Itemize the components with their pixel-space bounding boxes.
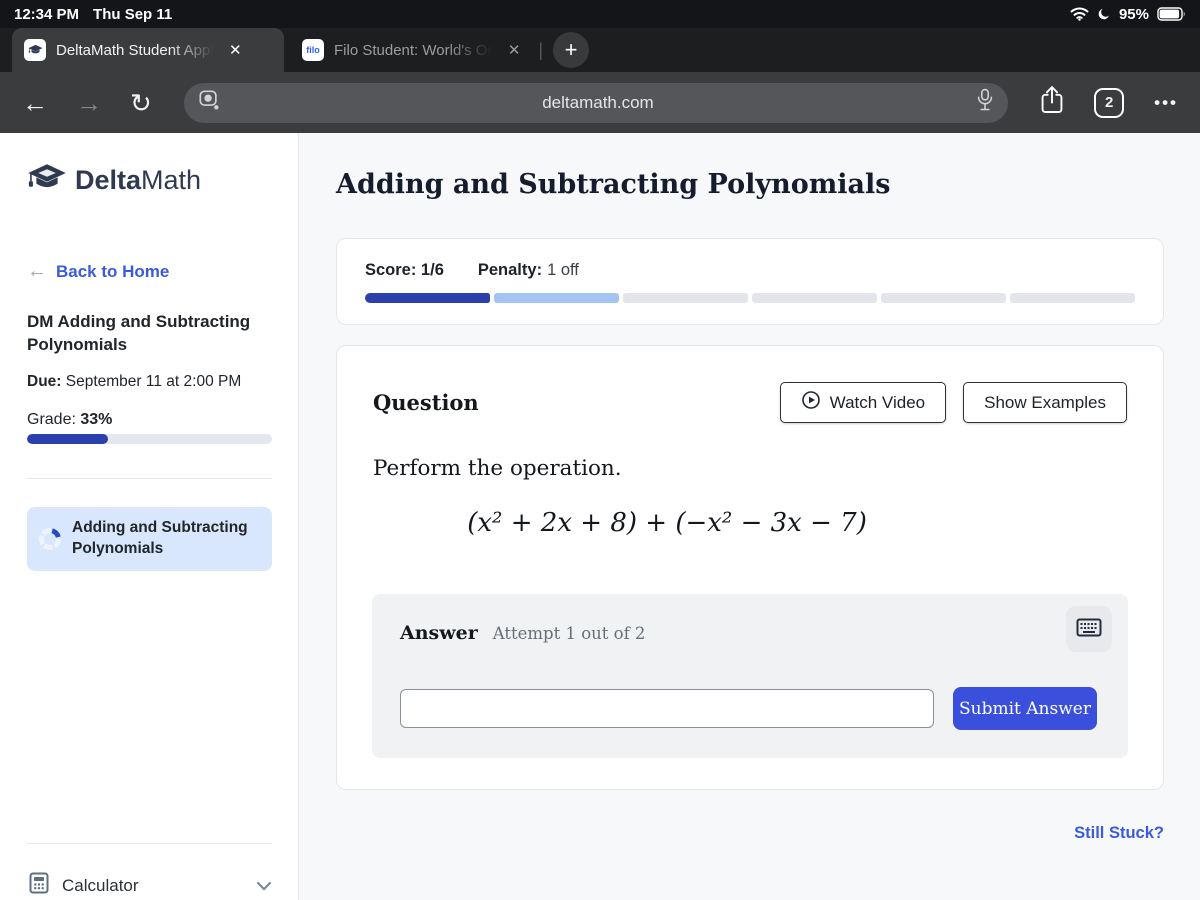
deltamath-favicon-icon [24, 39, 46, 61]
url-bar[interactable]: deltamath.com [183, 82, 1009, 123]
sidebar-divider [27, 478, 272, 479]
forward-button[interactable]: → [76, 90, 102, 116]
math-expression: (x² + 2x + 8) + (−x² − 3x − 7) [467, 508, 867, 538]
watch-video-label: Watch Video [829, 392, 926, 412]
attempt-counter: Attempt 1 out of 2 [492, 624, 646, 643]
calculator-label: Calculator [62, 875, 139, 895]
tab-title: Filo Student: World's On [334, 41, 496, 59]
answer-label: Answer [400, 622, 478, 644]
score-segment-empty [881, 293, 1006, 303]
close-tab-icon[interactable]: ✕ [506, 41, 523, 59]
app-body: DeltaMath ← Back to Home DM Adding and S… [0, 133, 1200, 900]
microphone-icon[interactable] [976, 88, 994, 118]
tab-deltamath[interactable]: DeltaMath Student Appli ✕ [12, 28, 284, 72]
question-prompt: Perform the operation. [373, 456, 622, 481]
tab-title: DeltaMath Student Appli [56, 41, 217, 59]
tab-bar: DeltaMath Student Appli ✕ filo Filo Stud… [0, 28, 1200, 72]
grade-progress-fill [27, 434, 108, 444]
score-card: Score: 1/6 Penalty: 1 off [336, 238, 1164, 325]
back-arrow-icon: ← [27, 260, 47, 282]
grade-label: Grade: 33% [27, 411, 113, 428]
math-keyboard-button[interactable] [1066, 606, 1112, 652]
page-title: Adding and Subtracting Polynomials [336, 169, 891, 200]
graduation-cap-icon [27, 163, 67, 198]
new-tab-button[interactable]: + [553, 32, 590, 68]
score-segment-partial [494, 293, 619, 303]
progress-donut-icon [39, 528, 61, 550]
lens-camera-icon[interactable] [198, 89, 220, 116]
sidebar: DeltaMath ← Back to Home DM Adding and S… [0, 133, 299, 900]
score-segments [365, 293, 1135, 303]
question-heading: Question [373, 390, 479, 415]
due-date: Due: September 11 at 2:00 PM [27, 373, 242, 390]
play-circle-icon [801, 390, 821, 415]
show-examples-label: Show Examples [984, 392, 1106, 412]
penalty-text: Penalty: 1 off [477, 261, 579, 279]
tabs-button[interactable]: 2 [1094, 87, 1125, 118]
battery-icon [1157, 7, 1186, 21]
wifi-icon [1070, 7, 1089, 21]
submit-answer-button[interactable]: Submit Answer [953, 687, 1097, 730]
sidebar-item-label: Adding and Subtracting Polynomials [72, 519, 248, 557]
more-menu-icon[interactable]: ••• [1154, 93, 1178, 113]
tab-filo[interactable]: filo Filo Student: World's On ✕ [290, 28, 534, 72]
show-examples-button[interactable]: Show Examples [963, 382, 1127, 423]
chevron-down-icon [256, 876, 272, 896]
browser-toolbar: ← → ↻ deltamath.com 2 ••• [0, 72, 1200, 133]
still-stuck-link[interactable]: Still Stuck? [1074, 824, 1164, 843]
score-segment-empty [1010, 293, 1135, 303]
battery-percent: 95% [1118, 5, 1149, 23]
url-text: deltamath.com [542, 92, 654, 112]
keyboard-icon [1076, 618, 1102, 640]
filo-favicon-icon: filo [302, 39, 324, 61]
close-tab-icon[interactable]: ✕ [227, 41, 244, 59]
assignment-title: DM Adding and Subtracting Polynomials [27, 312, 251, 354]
back-button[interactable]: ← [22, 90, 48, 116]
answer-input[interactable] [400, 689, 934, 728]
back-to-home-label: Back to Home [56, 261, 170, 281]
calculator-toggle[interactable]: Calculator [27, 871, 272, 900]
screen: 12:34 PM Thu Sep 11 95% DeltaMath Studen… [0, 0, 1200, 900]
tab-separator: | [538, 39, 544, 60]
sidebar-item-adding-subtracting-polynomials[interactable]: Adding and Subtracting Polynomials [27, 507, 272, 571]
back-to-home-link[interactable]: ← Back to Home [27, 260, 169, 283]
moon-icon [1097, 7, 1111, 21]
score-text: Score: 1/6 [365, 261, 444, 279]
watch-video-button[interactable]: Watch Video [779, 382, 947, 423]
answer-panel: Answer Attempt 1 out of 2 Submit Answer [372, 594, 1128, 758]
score-segment-filled [365, 293, 490, 303]
calculator-icon [27, 871, 51, 900]
reload-button[interactable]: ↻ [130, 90, 152, 116]
status-date: Thu Sep 11 [93, 5, 173, 23]
main-content: Adding and Subtracting Polynomials Score… [299, 133, 1200, 900]
score-segment-empty [623, 293, 748, 303]
question-card: Question Watch Video Show Examples Perfo… [336, 345, 1164, 790]
share-icon[interactable] [1040, 85, 1064, 120]
score-segment-empty [752, 293, 877, 303]
status-time: 12:34 PM [14, 5, 80, 23]
status-bar: 12:34 PM Thu Sep 11 95% [0, 0, 1200, 28]
deltamath-logo[interactable]: DeltaMath [27, 163, 201, 198]
sidebar-divider [27, 843, 272, 844]
logo-text: DeltaMath [75, 165, 202, 195]
grade-progress-bar [27, 434, 272, 444]
